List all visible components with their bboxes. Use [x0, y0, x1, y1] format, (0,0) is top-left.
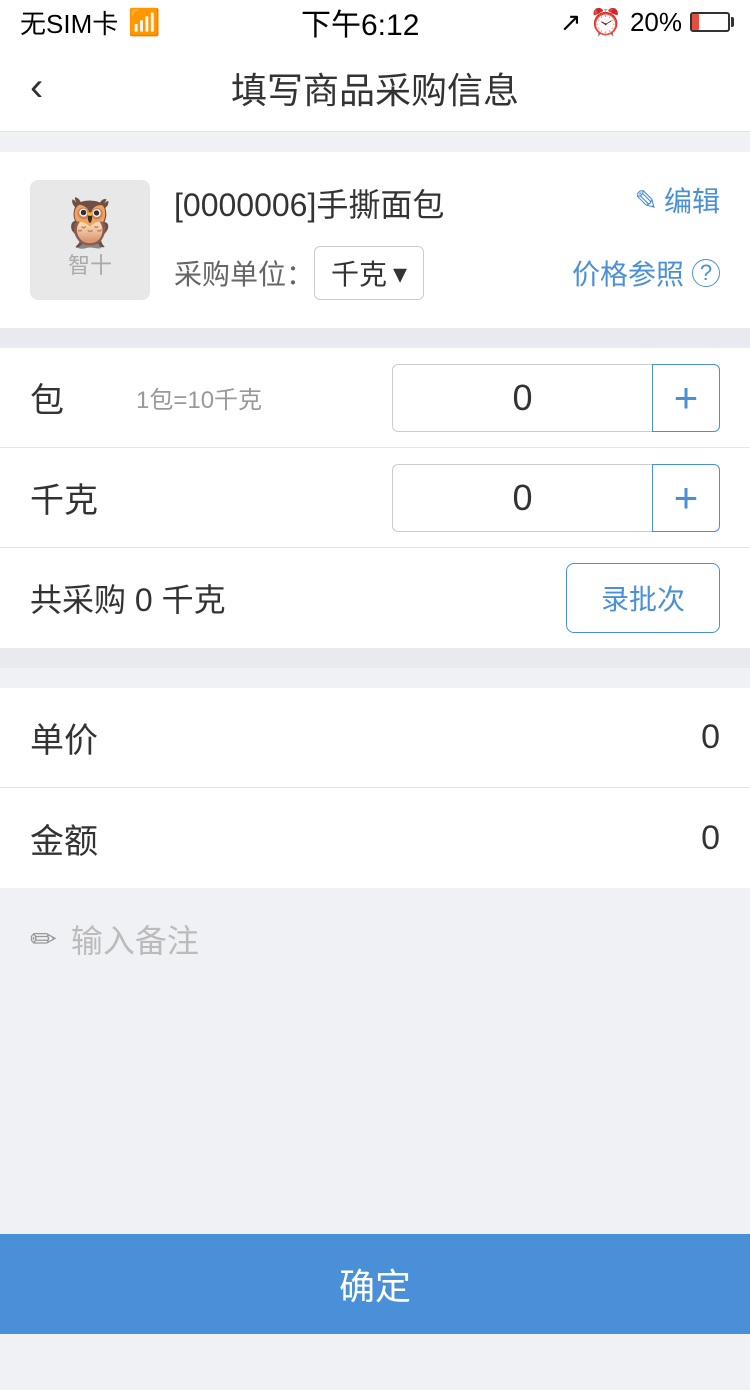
unit-price-label: 单价 [30, 713, 98, 762]
record-batch-button[interactable]: 录批次 [566, 563, 720, 633]
unit-dropdown[interactable]: 千克 ▾ [314, 246, 424, 300]
price-reference-button[interactable]: 价格参照 ? [572, 253, 720, 293]
wifi-icon: 📶 [128, 7, 160, 38]
kg-input-row: 千克 + [0, 448, 750, 548]
remark-placeholder: 输入备注 [71, 916, 199, 962]
unit-price-value: 0 [701, 718, 720, 757]
confirm-button[interactable]: 确定 [0, 1234, 750, 1334]
brand-text: 智十 [68, 248, 112, 280]
status-right: ↗ ⏰ 20% [560, 7, 730, 38]
summary-text: 共采购 0 千克 [30, 575, 226, 621]
product-name: [0000006]手撕面包 [174, 180, 444, 226]
price-ref-label: 价格参照 [572, 253, 684, 293]
kg-plus-button[interactable]: + [652, 464, 720, 532]
bao-label: 包 [30, 373, 110, 422]
product-card: 🦉 智十 [0000006]手撕面包 ✎ 编辑 采购单位： 千克 ▾ 价格参照 … [0, 152, 750, 328]
kg-quantity-input[interactable] [392, 464, 652, 532]
price-amount-section: 单价 0 金额 0 [0, 688, 750, 888]
amount-label: 金额 [30, 814, 98, 863]
bao-sublabel: 1包=10千克 [136, 380, 262, 415]
unit-selector-area: 采购单位： 千克 ▾ [174, 246, 424, 300]
edit-icon: ✎ [635, 184, 658, 217]
product-logo-icon: 🦉 [60, 200, 120, 248]
status-bar: 无SIM卡 📶 下午6:12 ↗ ⏰ 20% [0, 0, 750, 44]
product-unit-row: 采购单位： 千克 ▾ 价格参照 ? [174, 246, 720, 300]
location-icon: ↗ [560, 7, 582, 38]
back-button[interactable]: ‹ [20, 55, 53, 120]
carrier-text: 无SIM卡 [20, 4, 118, 41]
summary-row: 共采购 0 千克 录批次 [0, 548, 750, 648]
status-time: 下午6:12 [301, 0, 419, 44]
product-image: 🦉 智十 [30, 180, 150, 300]
product-name-row: [0000006]手撕面包 ✎ 编辑 [174, 180, 720, 226]
pencil-icon: ✏ [30, 920, 57, 958]
bao-input-right: + [392, 364, 720, 432]
battery-indicator [690, 12, 730, 32]
bao-plus-button[interactable]: + [652, 364, 720, 432]
battery-percent: 20% [630, 7, 682, 38]
question-icon: ? [692, 259, 720, 287]
amount-value: 0 [701, 819, 720, 858]
remark-section[interactable]: ✏ 输入备注 [0, 888, 750, 990]
page-title: 填写商品采购信息 [231, 62, 519, 114]
bao-quantity-input[interactable] [392, 364, 652, 432]
chevron-down-icon: ▾ [393, 257, 407, 290]
product-info: [0000006]手撕面包 ✎ 编辑 采购单位： 千克 ▾ 价格参照 ? [174, 180, 720, 300]
bao-input-row: 包 1包=10千克 + [0, 348, 750, 448]
unit-label: 采购单位： [174, 253, 314, 293]
kg-input-right: + [392, 464, 720, 532]
unit-price-row: 单价 0 [0, 688, 750, 788]
status-left: 无SIM卡 📶 [20, 4, 161, 41]
nav-bar: ‹ 填写商品采购信息 [0, 44, 750, 132]
unit-value: 千克 [331, 253, 387, 293]
kg-label: 千克 [30, 473, 110, 522]
alarm-icon: ⏰ [590, 7, 622, 38]
quantity-section: 包 1包=10千克 + 千克 + [0, 348, 750, 548]
section-divider-2 [0, 648, 750, 668]
section-divider-1 [0, 328, 750, 348]
edit-button[interactable]: ✎ 编辑 [635, 180, 720, 220]
amount-row: 金额 0 [0, 788, 750, 888]
edit-label: 编辑 [664, 180, 720, 220]
